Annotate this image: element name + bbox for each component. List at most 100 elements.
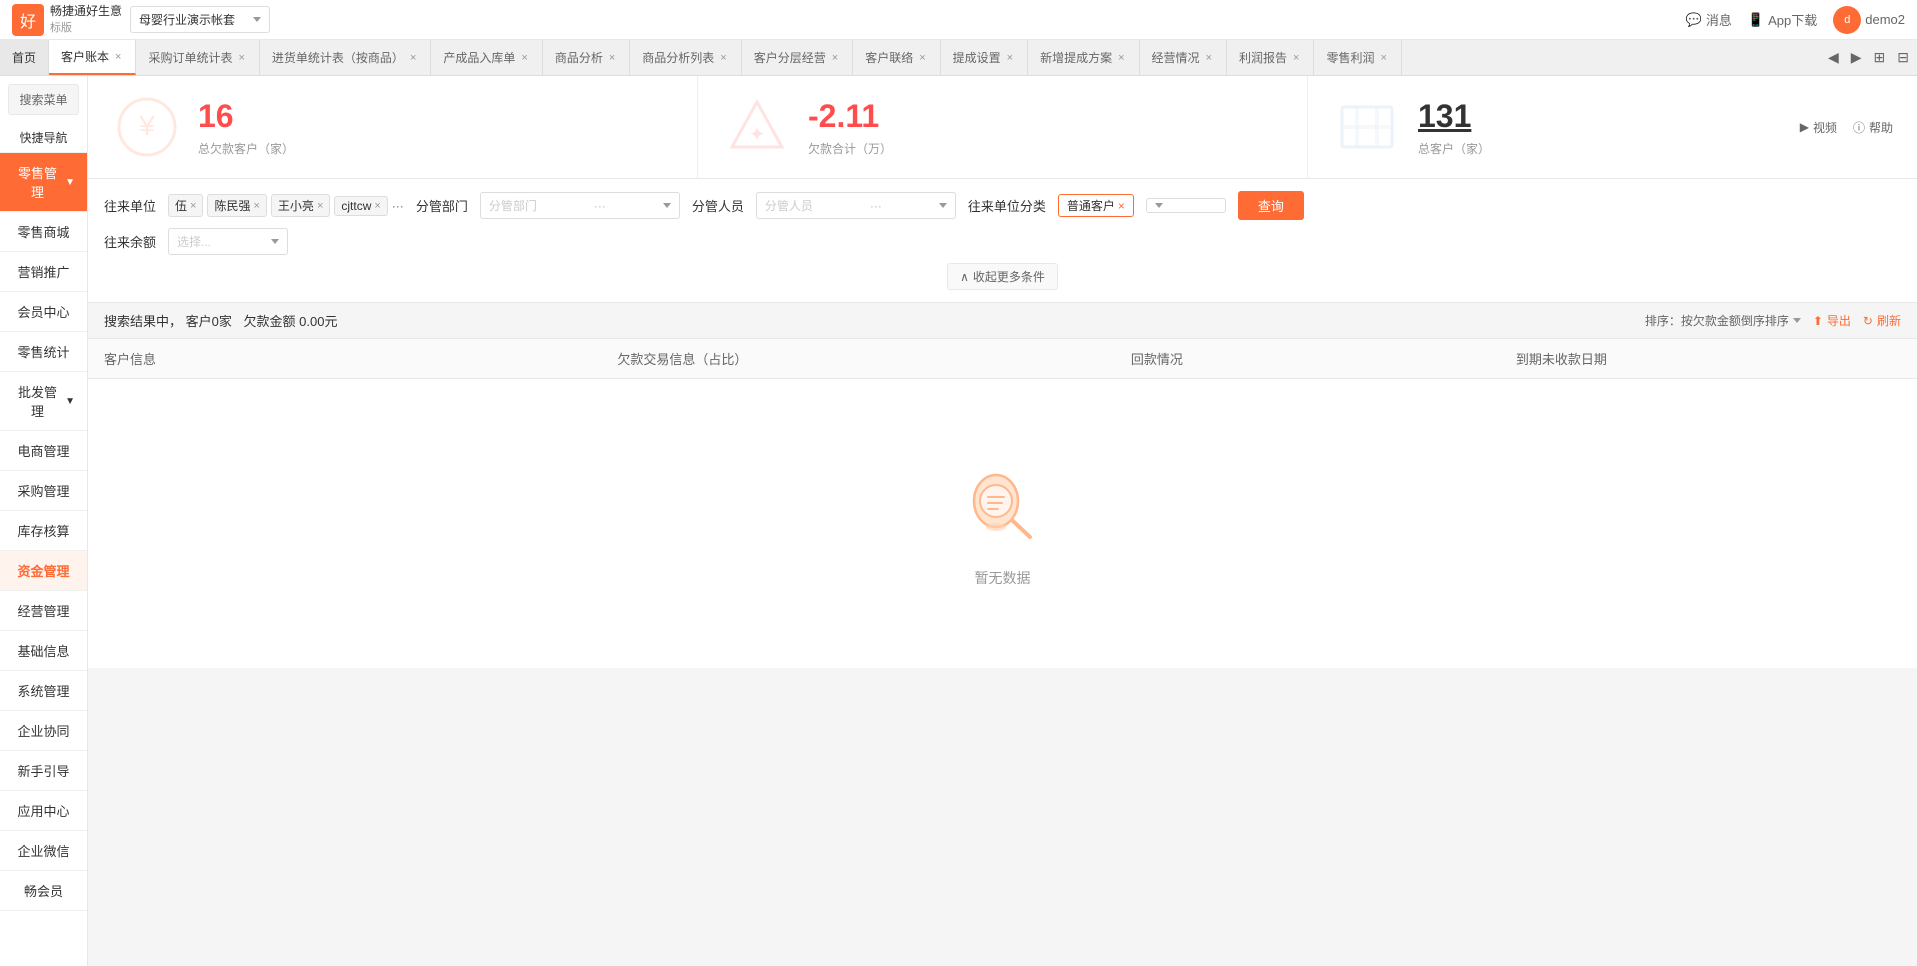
tab-customer-tier[interactable]: 客户分层经营 ×	[742, 40, 853, 75]
tab-scroll-right[interactable]: ▶	[1847, 47, 1866, 68]
sidebar-item-system[interactable]: 系统管理	[0, 671, 87, 711]
filter-dept-dropdown-icon	[663, 203, 671, 208]
message-button[interactable]: 💬 消息	[1686, 10, 1732, 29]
tab-commission-settings-close[interactable]: ×	[1005, 51, 1015, 65]
sidebar-item-newbie[interactable]: 新手引导	[0, 751, 87, 791]
collapse-button[interactable]: ∧ 收起更多条件	[947, 263, 1058, 290]
sidebar-item-retail-mall[interactable]: 零售商城	[0, 212, 87, 252]
query-button[interactable]: 查询	[1238, 191, 1304, 220]
app-label: App下载	[1768, 10, 1817, 29]
chevron-up-icon: ∧	[960, 270, 969, 284]
tab-actions: ◀ ▶ ⊞ ⊟	[1820, 47, 1917, 68]
tab-inbound-stats[interactable]: 进货单统计表（按商品） ×	[260, 40, 431, 75]
sidebar-item-enterprise[interactable]: 企业协同	[0, 711, 87, 751]
sidebar-item-purchase-label: 采购管理	[17, 481, 69, 500]
tab-add-commission-close[interactable]: ×	[1116, 51, 1126, 65]
sidebar-item-purchase[interactable]: 采购管理	[0, 471, 87, 511]
sidebar-item-retail-stats[interactable]: 零售统计	[0, 332, 87, 372]
tab-customer-contact-close[interactable]: ×	[917, 51, 927, 65]
tab-maximize[interactable]: ⊞	[1870, 47, 1890, 68]
sidebar-item-wechat-biz[interactable]: 企业微信	[0, 831, 87, 871]
user-profile[interactable]: d demo2	[1833, 6, 1905, 34]
tab-profit-report-close[interactable]: ×	[1291, 51, 1301, 65]
sidebar-item-basic-info[interactable]: 基础信息	[0, 631, 87, 671]
tab-product-analysis[interactable]: 商品分析 ×	[543, 40, 630, 75]
sidebar-item-app-center[interactable]: 应用中心	[0, 791, 87, 831]
stat-icon-debt: ✦	[722, 92, 792, 162]
sidebar-item-inventory[interactable]: 库存核算	[0, 511, 87, 551]
sidebar-item-app-center-label: 应用中心	[17, 801, 69, 820]
tab-product-analysis-label: 商品分析	[555, 49, 603, 66]
export-button[interactable]: ⬆ 导出	[1813, 312, 1851, 329]
sidebar-item-operations[interactable]: 经营管理	[0, 591, 87, 631]
store-selector[interactable]: 母婴行业演示帐套	[130, 6, 270, 33]
filter-category-dropdown[interactable]	[1146, 198, 1226, 213]
tab-production-inbound[interactable]: 产成品入库单 ×	[431, 40, 542, 75]
stat-value-customers: 16	[198, 97, 673, 135]
filter-person-select[interactable]: 分管人员 ···	[756, 192, 956, 219]
tab-retail-profit-label: 零售利润	[1326, 49, 1374, 66]
tab-operations-close[interactable]: ×	[1204, 51, 1214, 65]
tab-purchase-order-stats[interactable]: 采购订单统计表 ×	[136, 40, 259, 75]
tab-operations[interactable]: 经营情况 ×	[1140, 40, 1227, 75]
sidebar-item-retail-mgmt[interactable]: 零售管理 ▼	[0, 153, 87, 212]
tab-profit-report[interactable]: 利润报告 ×	[1227, 40, 1314, 75]
tab-inbound-stats-label: 进货单统计表（按商品）	[272, 49, 404, 66]
tab-commission-settings-label: 提成设置	[953, 49, 1001, 66]
sidebar-item-retail-mgmt-label: 零售管理	[12, 163, 63, 201]
tab-home[interactable]: 首页	[0, 40, 49, 75]
tab-customer-ledger[interactable]: 客户账本 ×	[49, 40, 136, 75]
tab-inbound-stats-close[interactable]: ×	[408, 51, 418, 65]
sidebar-quick-nav[interactable]: 快捷导航	[0, 123, 87, 153]
video-label: 视频	[1813, 119, 1837, 136]
tab-commission-settings[interactable]: 提成设置 ×	[941, 40, 1028, 75]
filter-balance-select[interactable]: 选择...	[168, 228, 288, 255]
collapse-row: ∧ 收起更多条件	[104, 263, 1901, 290]
sidebar-item-marketing[interactable]: 营销推广	[0, 252, 87, 292]
tab-customer-contact[interactable]: 客户联络 ×	[853, 40, 940, 75]
filter-dept-select[interactable]: 分管部门 ···	[480, 192, 680, 219]
tab-customer-ledger-close[interactable]: ×	[113, 50, 123, 64]
app-download-button[interactable]: 📱 App下载	[1748, 10, 1817, 29]
store-name: 母婴行业演示帐套	[139, 11, 235, 28]
tab-restore[interactable]: ⊟	[1893, 47, 1913, 68]
tab-production-inbound-close[interactable]: ×	[519, 51, 529, 65]
stat-icon-total	[1332, 92, 1402, 162]
video-button[interactable]: ▶ 视频	[1800, 119, 1837, 136]
filter-tag-more[interactable]: ···	[392, 199, 404, 213]
table-header-overdue: 到期未收款日期	[1516, 349, 1901, 368]
tab-operations-label: 经营情况	[1152, 49, 1200, 66]
sidebar-item-batch-mgmt[interactable]: 批发管理 ▼	[0, 372, 87, 431]
sort-selector[interactable]: 排序：按欠款金额倒序排序	[1645, 312, 1801, 329]
filter-tag-wu-remove[interactable]: ×	[190, 200, 196, 212]
sidebar-search-button[interactable]: 搜索菜单	[8, 84, 79, 115]
logo-sub: 标版	[50, 19, 122, 35]
results-bar: 搜索结果中， 客户0家 欠款金额 0.00元 排序：按欠款金额倒序排序 ⬆ 导出…	[88, 303, 1917, 339]
tab-purchase-order-stats-close[interactable]: ×	[236, 51, 246, 65]
filter-tag-cjttcw-remove[interactable]: ×	[374, 200, 380, 212]
tab-retail-profit-close[interactable]: ×	[1378, 51, 1388, 65]
filter-category-tag-remove[interactable]: ×	[1118, 199, 1125, 213]
tab-product-analysis-list-close[interactable]: ×	[718, 51, 728, 65]
sidebar-item-ecommerce[interactable]: 电商管理	[0, 431, 87, 471]
tab-scroll-left[interactable]: ◀	[1824, 47, 1843, 68]
tab-customer-tier-close[interactable]: ×	[830, 51, 840, 65]
sidebar-item-finance[interactable]: 资金管理	[0, 551, 87, 591]
filter-tag-chen-remove[interactable]: ×	[253, 200, 259, 212]
app-icon: 📱	[1748, 12, 1764, 28]
refresh-button[interactable]: ↻ 刷新	[1863, 312, 1901, 329]
filter-tag-wang-remove[interactable]: ×	[317, 200, 323, 212]
top-bar-right: 💬 消息 📱 App下载 d demo2	[1686, 6, 1905, 34]
filter-unit-label: 往来单位	[104, 196, 156, 215]
sidebar-item-vip-member[interactable]: 畅会员	[0, 871, 87, 911]
tab-add-commission[interactable]: 新增提成方案 ×	[1028, 40, 1139, 75]
filter-balance-placeholder: 选择...	[177, 233, 211, 250]
sidebar-item-member-center[interactable]: 会员中心	[0, 292, 87, 332]
tab-retail-profit[interactable]: 零售利润 ×	[1314, 40, 1401, 75]
sidebar-item-basic-info-label: 基础信息	[17, 641, 69, 660]
help-button[interactable]: ⓘ 帮助	[1853, 119, 1893, 136]
tab-product-analysis-list[interactable]: 商品分析列表 ×	[630, 40, 741, 75]
username: demo2	[1865, 12, 1905, 27]
tab-product-analysis-close[interactable]: ×	[607, 51, 617, 65]
empty-icon	[958, 459, 1048, 552]
